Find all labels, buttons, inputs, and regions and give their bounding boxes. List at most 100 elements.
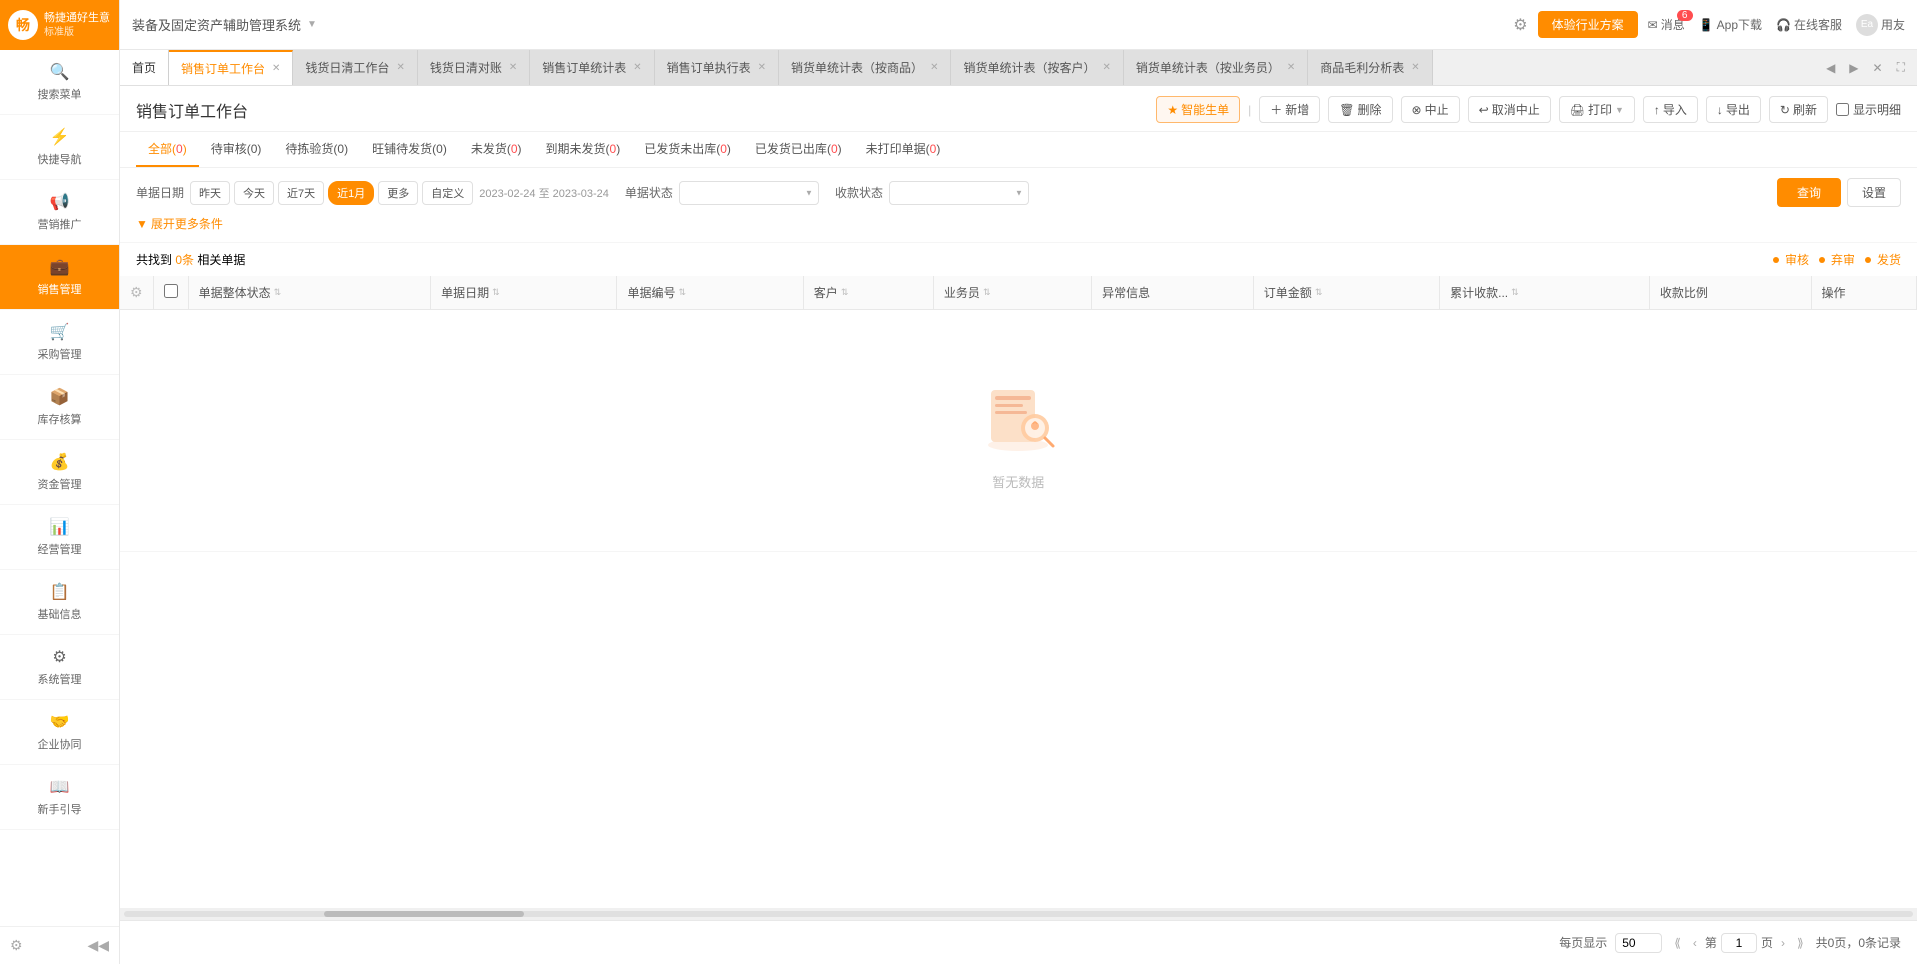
date-today[interactable]: 今天 xyxy=(234,181,274,205)
sort-number-icon[interactable]: ⇅ xyxy=(678,287,686,298)
sort-status-icon[interactable]: ⇅ xyxy=(274,287,282,298)
sidebar-item-finance[interactable]: 💰 资金管理 xyxy=(0,440,119,505)
ship-action[interactable]: 发货 xyxy=(1865,251,1901,268)
tab-salesman-stats[interactable]: 销货单统计表（按业务员） ✕ xyxy=(1124,50,1308,86)
per-page-label: 每页显示 xyxy=(1559,934,1607,951)
topbar-settings-icon[interactable]: ⚙ xyxy=(1513,15,1527,35)
print-btn[interactable]: 🖨 打印 ▼ xyxy=(1559,96,1635,123)
tab-close-reconcile[interactable]: ✕ xyxy=(509,62,517,73)
filter-setting-btn[interactable]: 设置 xyxy=(1847,178,1901,207)
export-btn[interactable]: ↓ 导出 xyxy=(1706,96,1761,123)
date-filter: 单据日期 昨天 今天 近7天 近1月 更多 自定义 2023-02-24 至 2… xyxy=(136,181,609,205)
cancel-stop-btn[interactable]: ↩ 取消中止 xyxy=(1468,96,1551,123)
collapse-btn[interactable]: ◀◀ xyxy=(87,937,109,954)
sidebar-item-operations[interactable]: 📊 经营管理 xyxy=(0,505,119,570)
data-table-wrap: ⚙ 单据整体状态 ⇅ 单据日 xyxy=(120,276,1917,908)
date-custom[interactable]: 自定义 xyxy=(422,181,473,205)
tab-close-sales-exec[interactable]: ✕ xyxy=(758,62,766,73)
tab-close-customer-stats[interactable]: ✕ xyxy=(1102,62,1110,73)
horizontal-scroll[interactable] xyxy=(120,908,1917,920)
sort-salesman-icon[interactable]: ⇅ xyxy=(983,287,991,298)
sort-customer-icon[interactable]: ⇅ xyxy=(841,287,849,298)
page-first-btn[interactable]: ⟪ xyxy=(1670,934,1685,952)
tab-close-salesman-stats[interactable]: ✕ xyxy=(1287,62,1295,73)
sidebar-item-system[interactable]: ⚙ 系统管理 xyxy=(0,635,119,700)
industry-btn[interactable]: 体验行业方案 xyxy=(1538,11,1638,38)
tab-close-money-daily[interactable]: ✕ xyxy=(396,62,404,73)
tab-close-all[interactable]: ✕ xyxy=(1869,59,1887,77)
sidebar-item-purchase[interactable]: 🛒 采购管理 xyxy=(0,310,119,375)
subtab-pending-audit[interactable]: 待审核(0) xyxy=(199,132,274,167)
select-all-checkbox[interactable] xyxy=(164,284,178,298)
tab-customer-stats[interactable]: 销货单统计表（按客户） ✕ xyxy=(951,50,1123,86)
sidebar-item-enterprise[interactable]: 🤝 企业协同 xyxy=(0,700,119,765)
subtab-wangpu-ship[interactable]: 旺铺待发货(0) xyxy=(360,132,459,167)
page-last-btn[interactable]: ⟫ xyxy=(1793,934,1808,952)
tab-nav-right[interactable]: ▶ xyxy=(1845,59,1862,77)
sidebar-item-inventory[interactable]: 📦 库存核算 xyxy=(0,375,119,440)
message-btn[interactable]: ✉ 消息 6 xyxy=(1648,16,1685,33)
subtab-all[interactable]: 全部(0) xyxy=(136,132,199,167)
tab-nav-left[interactable]: ◀ xyxy=(1822,59,1839,77)
user-menu[interactable]: Ea 用友 xyxy=(1856,14,1905,36)
tab-sales-workbench[interactable]: 销售订单工作台 ✕ xyxy=(169,50,293,86)
query-btn[interactable]: 查询 xyxy=(1777,178,1841,207)
audit-action[interactable]: 审核 xyxy=(1773,251,1809,268)
subtab-overdue-ship[interactable]: 到期未发货(0) xyxy=(534,132,633,167)
date-1month[interactable]: 近1月 xyxy=(328,181,374,205)
tab-close-sales-workbench[interactable]: ✕ xyxy=(272,63,280,74)
tab-close-goods-stats[interactable]: ✕ xyxy=(930,62,938,73)
date-more[interactable]: 更多 xyxy=(378,181,418,205)
scroll-thumb[interactable] xyxy=(324,911,524,917)
sort-collected-icon[interactable]: ⇅ xyxy=(1511,287,1519,298)
tab-expand[interactable]: ⛶ xyxy=(1893,58,1909,77)
delete-btn[interactable]: 🗑 删除 xyxy=(1328,96,1392,123)
tab-reconcile[interactable]: 钱货日清对账 ✕ xyxy=(418,50,530,86)
page-prev-btn[interactable]: ‹ xyxy=(1689,934,1701,952)
tab-goods-stats[interactable]: 销货单统计表（按商品） ✕ xyxy=(779,50,951,86)
page-input[interactable] xyxy=(1721,933,1757,953)
tab-money-daily[interactable]: 钱货日清工作台 ✕ xyxy=(293,50,417,86)
sidebar-item-marketing[interactable]: 📢 营销推广 xyxy=(0,180,119,245)
sort-amount-icon[interactable]: ⇅ xyxy=(1315,287,1323,298)
sidebar-item-search[interactable]: 🔍 搜索菜单 xyxy=(0,50,119,115)
sidebar-item-basic[interactable]: 📋 基础信息 xyxy=(0,570,119,635)
sort-date-icon[interactable]: ⇅ xyxy=(492,287,500,298)
show-detail-checkbox[interactable] xyxy=(1836,103,1849,116)
date-7days[interactable]: 近7天 xyxy=(278,181,324,205)
cancel-audit-action[interactable]: 弃审 xyxy=(1819,251,1855,268)
import-btn[interactable]: ↑ 导入 xyxy=(1643,96,1698,123)
subtab-shipped-out[interactable]: 已发货已出库(0) xyxy=(743,132,854,167)
settings-footer-btn[interactable]: ⚙ xyxy=(10,937,23,954)
show-detail-label[interactable]: 显示明细 xyxy=(1836,101,1901,118)
tab-home[interactable]: 首页 xyxy=(120,50,169,86)
stop-btn[interactable]: ⊗ 中止 xyxy=(1401,96,1460,123)
briefcase-icon: 💼 xyxy=(50,257,70,277)
subtab-pending-check[interactable]: 待拣验货(0) xyxy=(273,132,360,167)
payment-select[interactable] xyxy=(889,181,1029,205)
title-dropdown-icon[interactable]: ▼ xyxy=(307,19,317,30)
subtab-not-shipped[interactable]: 未发货(0) xyxy=(459,132,534,167)
app-download-link[interactable]: 📱 App下载 xyxy=(1699,16,1762,33)
per-page-select[interactable]: 50 10 20 100 xyxy=(1615,933,1662,953)
date-yesterday[interactable]: 昨天 xyxy=(190,181,230,205)
status-filter-label: 单据状态 xyxy=(625,184,673,201)
sidebar-item-guide[interactable]: 📖 新手引导 xyxy=(0,765,119,830)
smart-create-btn[interactable]: ★ 智能生单 xyxy=(1156,96,1240,123)
tab-sales-stats[interactable]: 销售订单统计表 ✕ xyxy=(530,50,654,86)
expand-filter-btn[interactable]: ▼ 展开更多条件 xyxy=(136,215,1901,232)
sidebar-item-sales[interactable]: 💼 销售管理 xyxy=(0,245,119,310)
tab-close-sales-stats[interactable]: ✕ xyxy=(633,62,641,73)
online-service-link[interactable]: 🎧 在线客服 xyxy=(1776,16,1842,33)
sidebar-item-quicknav[interactable]: ⚡ 快捷导航 xyxy=(0,115,119,180)
add-btn[interactable]: ＋ 新增 xyxy=(1259,96,1320,123)
tab-close-margin[interactable]: ✕ xyxy=(1411,62,1419,73)
refresh-btn[interactable]: ↻ 刷新 xyxy=(1769,96,1828,123)
tab-sales-exec[interactable]: 销售订单执行表 ✕ xyxy=(655,50,779,86)
page-next-btn[interactable]: › xyxy=(1777,934,1789,952)
subtab-not-printed[interactable]: 未打印单据(0) xyxy=(854,132,953,167)
status-select[interactable] xyxy=(679,181,819,205)
tab-margin[interactable]: 商品毛利分析表 ✕ xyxy=(1308,50,1432,86)
col-setting-icon[interactable]: ⚙ xyxy=(130,284,143,300)
subtab-shipped-not-out[interactable]: 已发货未出库(0) xyxy=(632,132,743,167)
